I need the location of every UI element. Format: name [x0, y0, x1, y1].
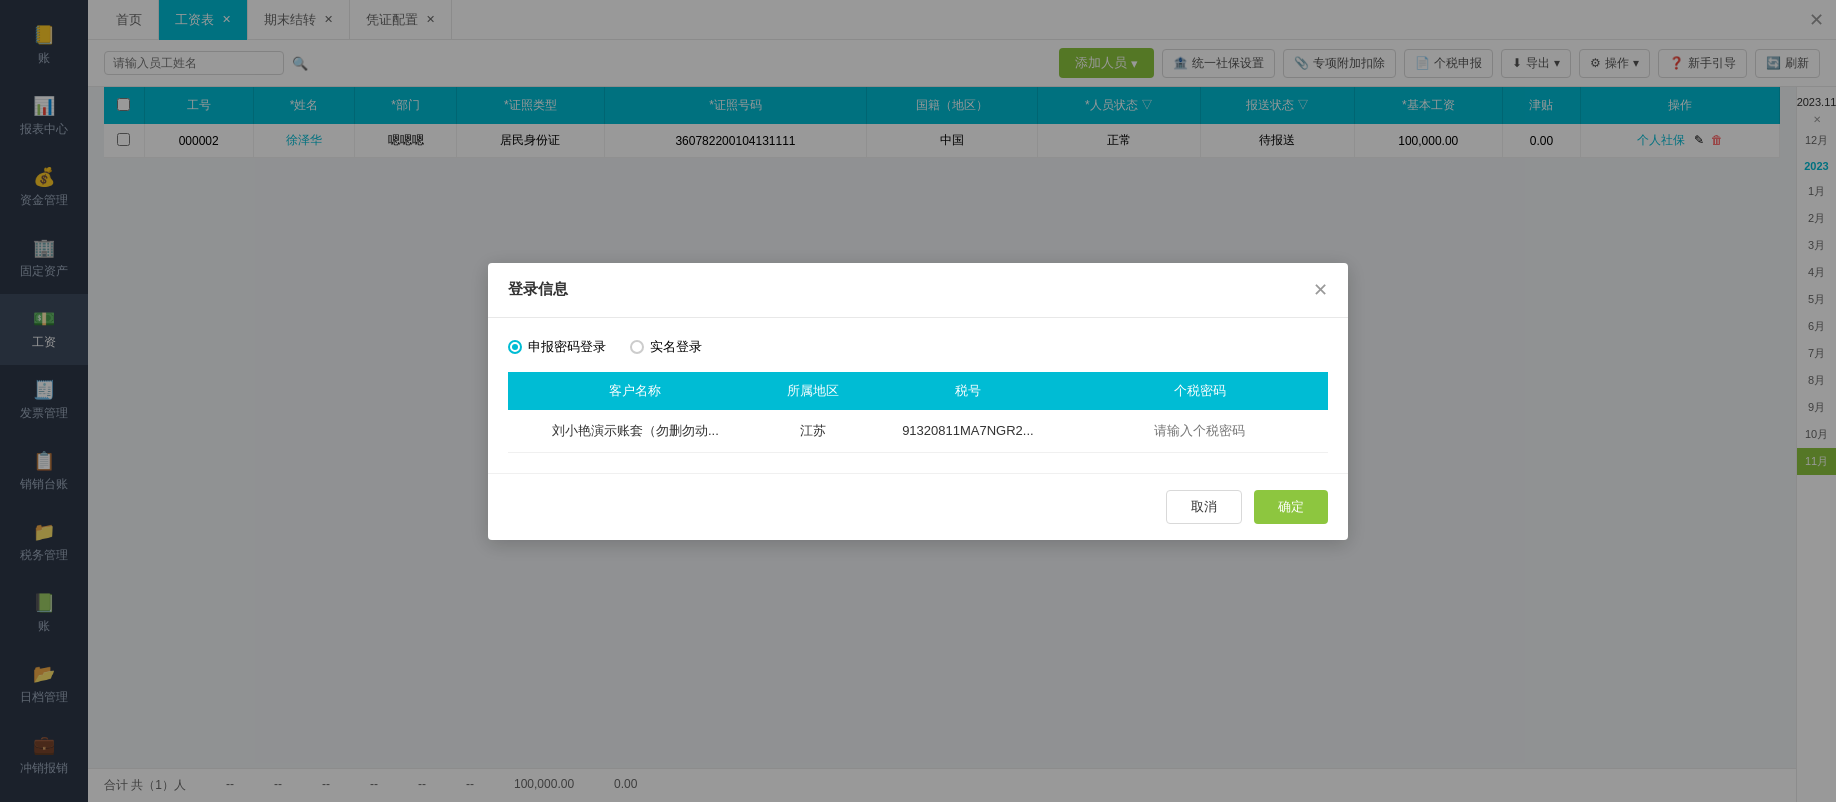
dialog-col-password: 个税密码	[1072, 372, 1328, 410]
dialog-col-tax-no: 税号	[864, 372, 1072, 410]
dialog-cell-tax-no: 91320811MA7NGR2...	[864, 410, 1072, 453]
dialog-overlay: 登录信息 ✕ 申报密码登录 实名登录 客户名称 所属地区	[0, 0, 1836, 802]
dialog-cell-customer: 刘小艳演示账套（勿删勿动...	[508, 410, 763, 453]
dialog-col-region: 所属地区	[763, 372, 864, 410]
radio-realname-login[interactable]: 实名登录	[630, 338, 702, 356]
radio-realname-icon	[630, 340, 644, 354]
dialog-close-button[interactable]: ✕	[1313, 279, 1328, 301]
dialog-cell-password[interactable]	[1072, 410, 1328, 453]
dialog-cell-region: 江苏	[763, 410, 864, 453]
confirm-button[interactable]: 确定	[1254, 490, 1328, 524]
radio-password-icon	[508, 340, 522, 354]
dialog-table-row: 刘小艳演示账套（勿删勿动... 江苏 91320811MA7NGR2...	[508, 410, 1328, 453]
login-dialog: 登录信息 ✕ 申报密码登录 实名登录 客户名称 所属地区	[488, 263, 1348, 540]
cancel-button[interactable]: 取消	[1166, 490, 1242, 524]
radio-password-login[interactable]: 申报密码登录	[508, 338, 606, 356]
dialog-footer: 取消 确定	[488, 473, 1348, 540]
dialog-header: 登录信息 ✕	[488, 263, 1348, 318]
dialog-table: 客户名称 所属地区 税号 个税密码 刘小艳演示账套（勿删勿动... 江苏 913…	[508, 372, 1328, 453]
login-type-radio-group: 申报密码登录 实名登录	[508, 338, 1328, 356]
dialog-col-customer: 客户名称	[508, 372, 763, 410]
dialog-body: 申报密码登录 实名登录 客户名称 所属地区 税号 个税密码	[488, 318, 1348, 473]
dialog-title: 登录信息	[508, 280, 568, 299]
password-input[interactable]	[1084, 423, 1316, 438]
